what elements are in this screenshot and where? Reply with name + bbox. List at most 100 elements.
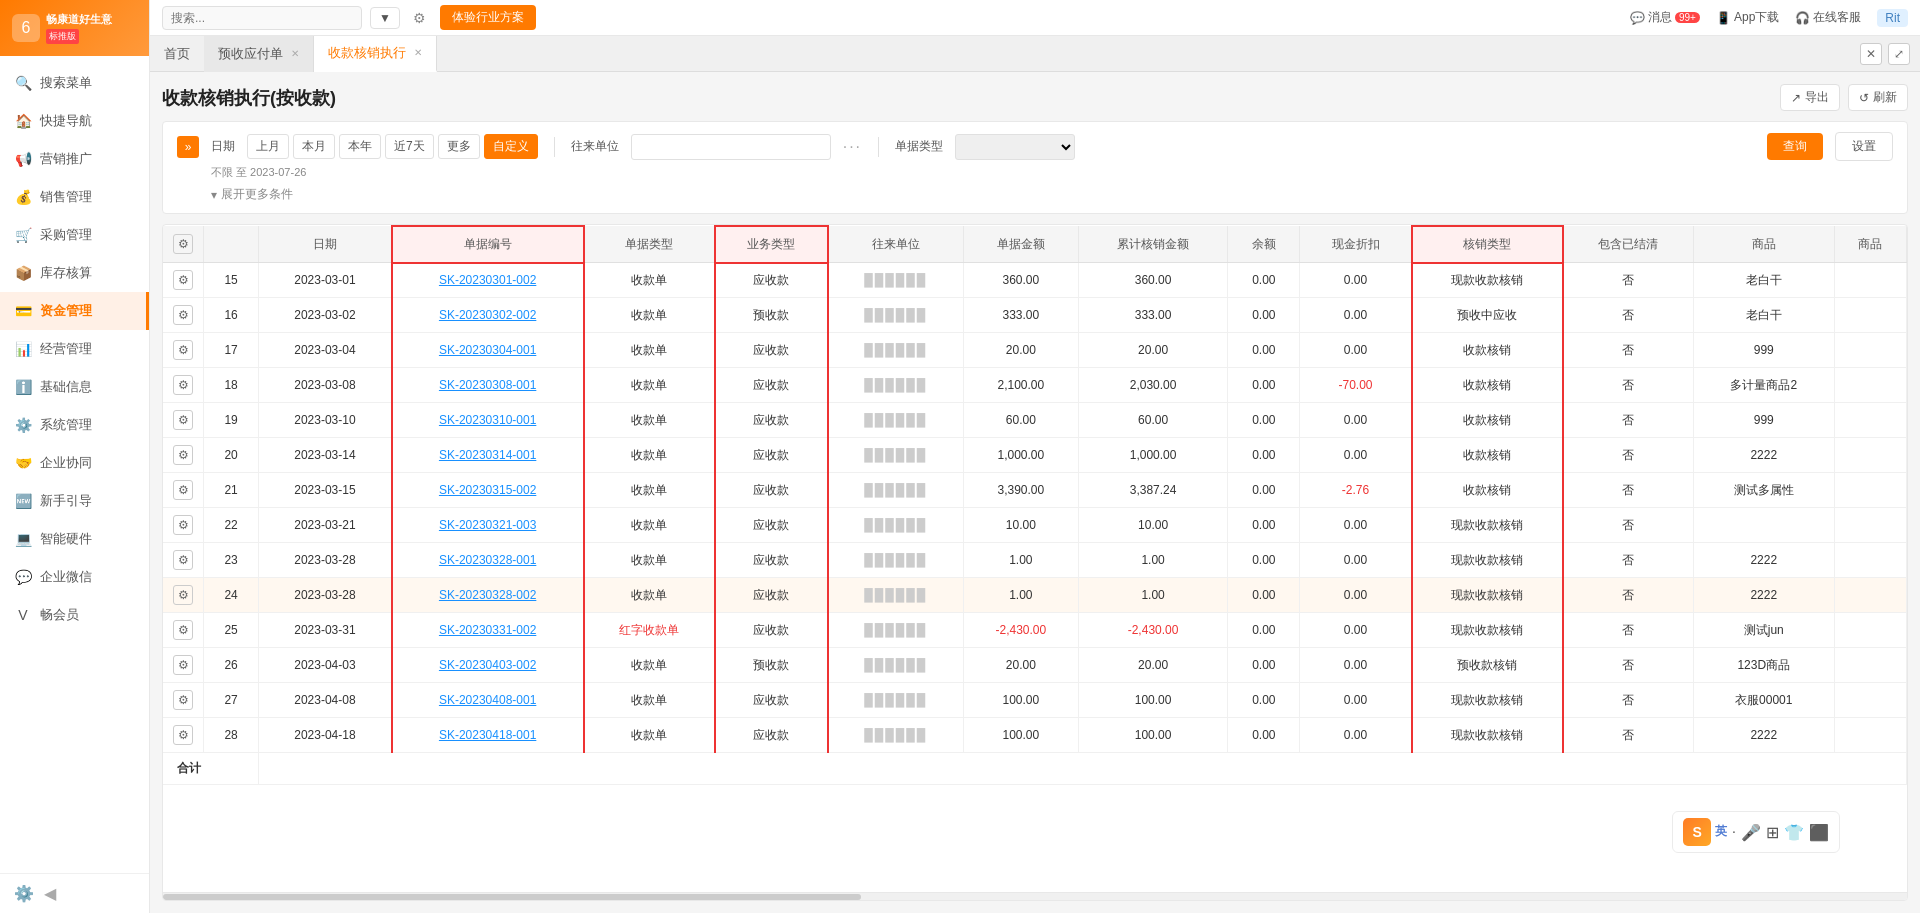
doc-no-link[interactable]: SK-20230408-001 [439, 693, 536, 707]
th-unit[interactable]: 往来单位 [828, 226, 964, 263]
tabbar-close-btn[interactable]: ✕ [1860, 43, 1882, 65]
td-doc-no[interactable]: SK-20230310-001 [392, 403, 584, 438]
th-settled[interactable]: 包含已结清 [1563, 226, 1694, 263]
scrollbar-thumb[interactable] [163, 894, 861, 900]
doc-no-link[interactable]: SK-20230315-002 [439, 483, 536, 497]
doc-no-link[interactable]: SK-20230314-001 [439, 448, 536, 462]
date-btn-thisyear[interactable]: 本年 [339, 134, 381, 159]
td-doc-no[interactable]: SK-20230328-001 [392, 543, 584, 578]
td-doc-no[interactable]: SK-20230418-001 [392, 718, 584, 753]
td-doc-no[interactable]: SK-20230314-001 [392, 438, 584, 473]
user-avatar[interactable]: Rit [1877, 9, 1908, 27]
sidebar-item-guide[interactable]: 🆕新手引导 [0, 482, 149, 520]
th-goods2[interactable]: 商品 [1834, 226, 1906, 263]
th-goods[interactable]: 商品 [1693, 226, 1834, 263]
setting-btn[interactable]: 设置 [1835, 132, 1893, 161]
td-doc-no[interactable]: SK-20230315-002 [392, 473, 584, 508]
sidebar-item-shortcuts[interactable]: 🏠快捷导航 [0, 102, 149, 140]
row-settings-icon[interactable]: ⚙ [173, 340, 193, 360]
row-settings-icon[interactable]: ⚙ [173, 305, 193, 325]
th-cancel-type[interactable]: 核销类型 [1412, 226, 1563, 263]
td-doc-no[interactable]: SK-20230328-002 [392, 578, 584, 613]
date-btn-thismonth[interactable]: 本月 [293, 134, 335, 159]
th-settings[interactable]: ⚙ [163, 226, 204, 263]
doc-no-link[interactable]: SK-20230321-003 [439, 518, 536, 532]
table-row[interactable]: ⚙ 23 2023-03-28 SK-20230328-001 收款单 应收款 … [163, 543, 1907, 578]
td-doc-no[interactable]: SK-20230321-003 [392, 508, 584, 543]
filter-toggle-btn[interactable]: » [177, 136, 199, 158]
sidebar-item-sales[interactable]: 💰销售管理 [0, 178, 149, 216]
table-row[interactable]: ⚙ 27 2023-04-08 SK-20230408-001 收款单 应收款 … [163, 683, 1907, 718]
th-date[interactable]: 日期 [259, 226, 392, 263]
sidebar-item-system[interactable]: ⚙️系统管理 [0, 406, 149, 444]
sidebar-item-search[interactable]: 🔍搜索菜单 [0, 64, 149, 102]
sidebar-item-basic[interactable]: ℹ️基础信息 [0, 368, 149, 406]
type-select[interactable] [955, 134, 1075, 160]
tab-prepay-close[interactable]: ✕ [291, 48, 299, 59]
doc-no-link[interactable]: SK-20230308-001 [439, 378, 536, 392]
td-doc-no[interactable]: SK-20230331-002 [392, 613, 584, 648]
sidebar-item-finance[interactable]: 💳资金管理 [0, 292, 149, 330]
row-settings-icon[interactable]: ⚙ [173, 270, 193, 290]
date-btn-more[interactable]: 更多 [438, 134, 480, 159]
sidebar-item-wechat[interactable]: 💬企业微信 [0, 558, 149, 596]
doc-no-link[interactable]: SK-20230302-002 [439, 308, 536, 322]
industry-btn[interactable]: 体验行业方案 [440, 5, 536, 30]
table-row[interactable]: ⚙ 20 2023-03-14 SK-20230314-001 收款单 应收款 … [163, 438, 1907, 473]
row-settings-icon[interactable]: ⚙ [173, 725, 193, 745]
table-row[interactable]: ⚙ 24 2023-03-28 SK-20230328-002 收款单 应收款 … [163, 578, 1907, 613]
row-settings-icon[interactable]: ⚙ [173, 515, 193, 535]
row-settings-icon[interactable]: ⚙ [173, 585, 193, 605]
td-doc-no[interactable]: SK-20230408-001 [392, 683, 584, 718]
service-btn[interactable]: 🎧 在线客服 [1795, 9, 1861, 26]
table-row[interactable]: ⚙ 22 2023-03-21 SK-20230321-003 收款单 应收款 … [163, 508, 1907, 543]
message-btn[interactable]: 💬 消息 99+ [1630, 9, 1700, 26]
table-row[interactable]: ⚙ 28 2023-04-18 SK-20230418-001 收款单 应收款 … [163, 718, 1907, 753]
th-biz-type[interactable]: 业务类型 [715, 226, 827, 263]
doc-no-link[interactable]: SK-20230328-001 [439, 553, 536, 567]
th-discount[interactable]: 现金折扣 [1300, 226, 1412, 263]
table-row[interactable]: ⚙ 25 2023-03-31 SK-20230331-002 红字收款单 应收… [163, 613, 1907, 648]
topbar-gear-icon[interactable]: ⚙ [408, 6, 432, 30]
doc-no-link[interactable]: SK-20230328-002 [439, 588, 536, 602]
sidebar-item-purchase[interactable]: 🛒采购管理 [0, 216, 149, 254]
row-settings-icon[interactable]: ⚙ [173, 550, 193, 570]
tabbar-expand-btn[interactable]: ⤢ [1888, 43, 1910, 65]
row-settings-icon[interactable]: ⚙ [173, 690, 193, 710]
td-doc-no[interactable]: SK-20230308-001 [392, 368, 584, 403]
row-settings-icon[interactable]: ⚙ [173, 480, 193, 500]
export-btn[interactable]: ↗ 导出 [1780, 84, 1840, 111]
doc-no-link[interactable]: SK-20230310-001 [439, 413, 536, 427]
tab-collection[interactable]: 收款核销执行 ✕ [314, 36, 437, 72]
row-settings-icon[interactable]: ⚙ [173, 445, 193, 465]
doc-no-link[interactable]: SK-20230418-001 [439, 728, 536, 742]
date-btn-7days[interactable]: 近7天 [385, 134, 434, 159]
sidebar-item-hardware[interactable]: 💻智能硬件 [0, 520, 149, 558]
th-amount[interactable]: 单据金额 [963, 226, 1078, 263]
th-balance[interactable]: 余额 [1228, 226, 1300, 263]
th-doc-type[interactable]: 单据类型 [584, 226, 716, 263]
th-verified[interactable]: 累计核销金额 [1078, 226, 1227, 263]
row-settings-icon[interactable]: ⚙ [173, 410, 193, 430]
expand-btn[interactable]: ▾ 展开更多条件 [177, 186, 1893, 203]
tab-collection-close[interactable]: ✕ [414, 47, 422, 58]
td-doc-no[interactable]: SK-20230304-001 [392, 333, 584, 368]
table-row[interactable]: ⚙ 21 2023-03-15 SK-20230315-002 收款单 应收款 … [163, 473, 1907, 508]
collapse-icon[interactable]: ◀ [44, 884, 56, 903]
table-scroll[interactable]: ⚙ 日期 单据编号 单据类型 业务类型 往来单位 单据金额 累计核销金额 余额 … [163, 225, 1907, 892]
tab-prepay[interactable]: 预收应付单 ✕ [204, 36, 314, 72]
sidebar-item-operations[interactable]: 📊经营管理 [0, 330, 149, 368]
table-row[interactable]: ⚙ 26 2023-04-03 SK-20230403-002 收款单 预收款 … [163, 648, 1907, 683]
filter-dots[interactable]: ··· [843, 138, 862, 156]
td-doc-no[interactable]: SK-20230403-002 [392, 648, 584, 683]
doc-no-link[interactable]: SK-20230403-002 [439, 658, 536, 672]
date-btn-lastmonth[interactable]: 上月 [247, 134, 289, 159]
doc-no-link[interactable]: SK-20230301-002 [439, 273, 536, 287]
doc-no-link[interactable]: SK-20230304-001 [439, 343, 536, 357]
column-settings-icon[interactable]: ⚙ [173, 234, 193, 254]
topbar-search-input[interactable] [162, 6, 362, 30]
table-row[interactable]: ⚙ 17 2023-03-04 SK-20230304-001 收款单 应收款 … [163, 333, 1907, 368]
date-btn-custom[interactable]: 自定义 [484, 134, 538, 159]
sidebar-item-marketing[interactable]: 📢营销推广 [0, 140, 149, 178]
sidebar-item-member[interactable]: V畅会员 [0, 596, 149, 634]
